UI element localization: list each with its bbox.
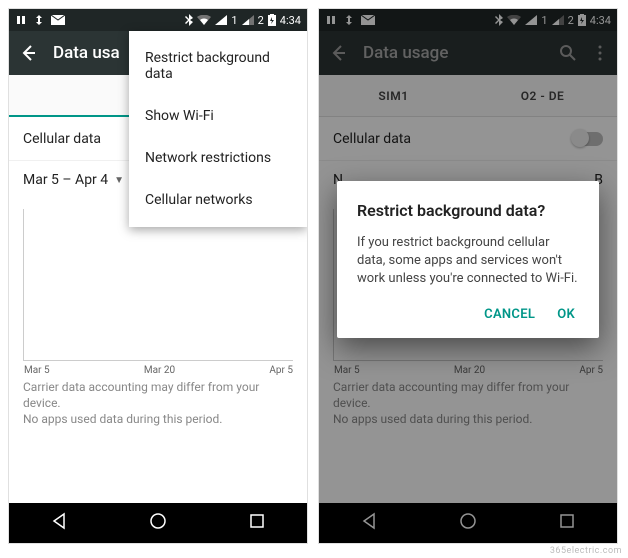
cancel-button[interactable]: CANCEL	[484, 307, 535, 322]
usage-chart: Mar 5 Mar 20 Apr 5	[23, 209, 293, 361]
note2: No apps used data during this period.	[23, 411, 293, 427]
phone-left: 1 2 4:34 Data usa SIM1 Cellular data Mar…	[8, 8, 308, 544]
note1: Carrier data accounting may differ from …	[23, 379, 293, 411]
chart-x-1: Mar 20	[144, 365, 175, 376]
phone-right: 1 2 4:34 Data usage SIM1 O2 - DE Cellula…	[318, 8, 618, 544]
menu-show-wifi[interactable]: Show Wi-Fi	[129, 95, 307, 137]
nav-back-icon[interactable]	[50, 512, 68, 534]
dropdown-icon: ▼	[114, 175, 124, 186]
signal2-icon	[242, 15, 254, 25]
watermark: 365electric.com	[550, 546, 622, 556]
page-title: Data usa	[53, 43, 120, 63]
signal1-icon	[215, 15, 227, 25]
mail-icon	[51, 15, 65, 25]
restrict-dialog: Restrict background data? If you restric…	[337, 181, 599, 338]
menu-cellular-networks[interactable]: Cellular networks	[129, 179, 307, 221]
back-icon[interactable]	[19, 44, 37, 62]
bluetooth-icon	[185, 14, 193, 26]
menu-restrict-bg[interactable]: Restrict background data	[129, 37, 307, 95]
nav-home-icon[interactable]	[149, 512, 167, 534]
dialog-body: If you restrict background cellular data…	[357, 234, 579, 289]
nav-recent-icon[interactable]	[248, 512, 266, 534]
date-range: Mar 5 – Apr 4	[23, 172, 108, 188]
nfc-icon	[15, 14, 27, 26]
sim1-label: 1	[231, 14, 237, 27]
clock: 4:34	[280, 14, 301, 27]
sync-icon	[33, 14, 45, 26]
cellular-data-label: Cellular data	[23, 131, 101, 147]
battery-icon	[268, 14, 276, 26]
overflow-menu: Restrict background data Show Wi-Fi Netw…	[129, 31, 307, 227]
wifi-icon	[197, 15, 211, 25]
status-bar: 1 2 4:34	[9, 9, 307, 31]
ok-button[interactable]: OK	[557, 307, 575, 322]
nav-bar	[9, 503, 307, 543]
menu-network-restrictions[interactable]: Network restrictions	[129, 137, 307, 179]
chart-x-2: Apr 5	[269, 365, 293, 376]
chart-x-0: Mar 5	[24, 365, 50, 376]
sim2-label: 2	[258, 14, 264, 27]
dialog-title: Restrict background data?	[357, 201, 579, 220]
